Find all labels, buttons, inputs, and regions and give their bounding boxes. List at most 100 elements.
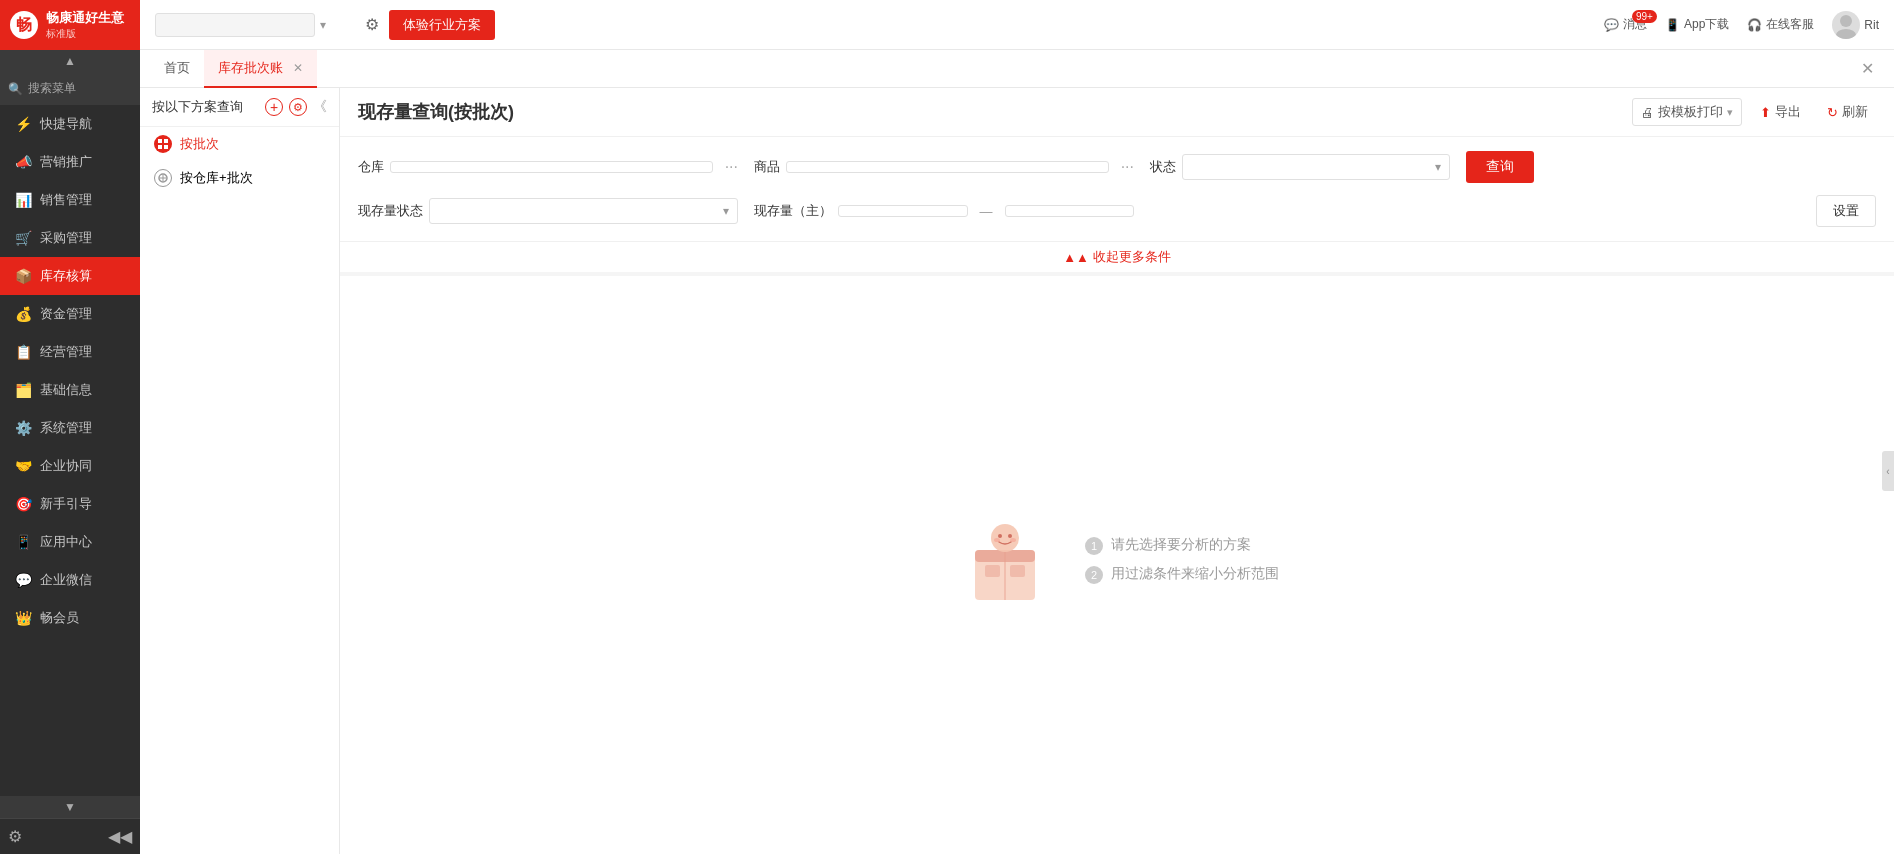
settings-button[interactable]: 设置 — [1816, 195, 1876, 227]
left-panel-title: 按以下方案查询 — [152, 98, 243, 116]
svg-point-1 — [1836, 29, 1856, 39]
tab-panel-close-icon[interactable]: ✕ — [1851, 59, 1884, 78]
tab-home-label: 首页 — [164, 59, 190, 77]
refresh-label: 刷新 — [1842, 103, 1868, 121]
sidebar-item-newbie[interactable]: 🎯 新手引导 — [0, 485, 140, 523]
svg-point-16 — [1008, 534, 1012, 538]
svg-rect-4 — [158, 145, 162, 149]
add-scheme-button[interactable]: + — [265, 98, 283, 116]
message-icon: 💬 — [1604, 18, 1619, 32]
topbar-actions: 💬 消息 99+ 📱 App下载 🎧 在线客服 Rit — [1604, 11, 1879, 39]
export-icon: ⬆ — [1760, 105, 1771, 120]
empty-tips: 1 请先选择要分析的方案 2 用过滤条件来缩小分析范围 — [1085, 536, 1279, 594]
user-account[interactable]: Rit — [1832, 11, 1879, 39]
sidebar-item-operations[interactable]: 📋 经营管理 — [0, 333, 140, 371]
sidebar-item-shortcut[interactable]: ⚡ 快捷导航 — [0, 105, 140, 143]
trial-button[interactable]: 体验行业方案 — [389, 10, 495, 40]
sidebar-item-member[interactable]: 👑 畅会员 — [0, 599, 140, 637]
scheme-icon-batch — [154, 135, 172, 153]
right-panel-close-handle[interactable]: ‹ — [1882, 451, 1894, 491]
sidebar-item-sales[interactable]: 📊 销售管理 — [0, 181, 140, 219]
inventory-amount-filter: 现存量（主） — — [754, 202, 1134, 220]
warehouse-more-icon[interactable]: ··· — [725, 158, 738, 176]
operations-icon: 📋 — [14, 343, 32, 361]
sidebar-item-basic[interactable]: 🗂️ 基础信息 — [0, 371, 140, 409]
system-label: 系统管理 — [40, 419, 92, 437]
query-button[interactable]: 查询 — [1466, 151, 1534, 183]
system-icon: ⚙️ — [14, 419, 32, 437]
sidebar-scroll-down[interactable]: ▼ — [0, 796, 140, 818]
print-button[interactable]: 🖨 按模板打印 ▾ — [1632, 98, 1742, 126]
filter-row-1: 仓库 ··· 商品 ··· — [358, 151, 1876, 183]
inventory-status-select[interactable]: ▾ — [429, 198, 738, 224]
collapse-more-button[interactable]: ▲▲ 收起更多条件 — [340, 241, 1894, 272]
app-download-action[interactable]: 📱 App下载 — [1665, 16, 1729, 33]
app-download-label: App下载 — [1684, 16, 1729, 33]
tabbar: 首页 库存批次账 ✕ ✕ — [140, 50, 1894, 88]
status-arrow-icon: ▾ — [1435, 160, 1441, 174]
goods-input-box[interactable] — [786, 161, 1109, 173]
sidebar-item-system[interactable]: ⚙️ 系统管理 — [0, 409, 140, 447]
sidebar-item-finance[interactable]: 💰 资金管理 — [0, 295, 140, 333]
inventory-amount-min[interactable] — [838, 205, 968, 217]
collapse-panel-icon[interactable]: 《 — [313, 98, 327, 116]
sales-label: 销售管理 — [40, 191, 92, 209]
member-icon: 👑 — [14, 609, 32, 627]
settings-icon[interactable]: ⚙ — [8, 827, 22, 846]
sidebar-item-purchase[interactable]: 🛒 采购管理 — [0, 219, 140, 257]
amount-dash: — — [980, 204, 993, 219]
scheme-item-warehouse-batch[interactable]: 按仓库+批次 — [140, 161, 339, 195]
sidebar-item-inventory[interactable]: 📦 库存核算 — [0, 257, 140, 295]
svg-rect-12 — [985, 565, 1000, 577]
sidebar-search[interactable]: 🔍 搜索菜单 — [0, 72, 140, 105]
collapse-sidebar-icon[interactable]: ◀◀ — [108, 827, 132, 846]
online-service-action[interactable]: 🎧 在线客服 — [1747, 16, 1814, 33]
sidebar-scroll-up[interactable]: ▲ — [0, 50, 140, 72]
status-filter: 状态 ▾ — [1150, 154, 1450, 180]
topbar-gear-icon[interactable]: ⚙ — [365, 15, 379, 34]
refresh-button[interactable]: ↻ 刷新 — [1819, 99, 1876, 125]
left-panel: 按以下方案查询 + ⚙ 《 按批次 — [140, 88, 340, 854]
manage-scheme-button[interactable]: ⚙ — [289, 98, 307, 116]
marketing-icon: 📣 — [14, 153, 32, 171]
empty-state: 1 请先选择要分析的方案 2 用过滤条件来缩小分析范围 — [340, 276, 1894, 854]
inventory-icon: 📦 — [14, 267, 32, 285]
page-title: 现存量查询(按批次) — [358, 100, 514, 124]
tab-inventory-batch-label: 库存批次账 — [218, 59, 283, 77]
warehouse-input-box[interactable] — [390, 161, 713, 173]
sidebar-item-marketing[interactable]: 📣 营销推广 — [0, 143, 140, 181]
status-label: 状态 — [1150, 158, 1176, 176]
sidebar: 畅 畅康通好生意 标准版 ▲ 🔍 搜索菜单 ⚡ 快捷导航 📣 营销推广 📊 销售… — [0, 0, 140, 854]
search-icon: 🔍 — [8, 82, 23, 96]
wechat-icon: 💬 — [14, 571, 32, 589]
tab-close-icon[interactable]: ✕ — [293, 61, 303, 75]
scheme-label-warehouse-batch: 按仓库+批次 — [180, 169, 253, 187]
export-button[interactable]: ⬆ 导出 — [1752, 99, 1809, 125]
goods-more-icon[interactable]: ··· — [1121, 158, 1134, 176]
appstore-label: 应用中心 — [40, 533, 92, 551]
scheme-item-by-batch[interactable]: 按批次 — [140, 127, 339, 161]
svg-rect-5 — [164, 145, 168, 149]
tab-home[interactable]: 首页 — [150, 50, 204, 88]
goods-label: 商品 — [754, 158, 780, 176]
collapse-up-icon: ▲▲ — [1063, 250, 1089, 265]
empty-tip-2: 2 用过滤条件来缩小分析范围 — [1085, 565, 1279, 584]
online-service-label: 在线客服 — [1766, 16, 1814, 33]
svg-rect-13 — [1010, 565, 1025, 577]
topbar-dropdown-icon[interactable]: ▾ — [320, 18, 326, 32]
status-select[interactable]: ▾ — [1182, 154, 1450, 180]
tip-num-1: 1 — [1085, 537, 1103, 555]
sidebar-item-enterprise[interactable]: 🤝 企业协同 — [0, 447, 140, 485]
purchase-label: 采购管理 — [40, 229, 92, 247]
basic-icon: 🗂️ — [14, 381, 32, 399]
sidebar-item-appstore[interactable]: 📱 应用中心 — [0, 523, 140, 561]
sidebar-item-wechat[interactable]: 💬 企业微信 — [0, 561, 140, 599]
inventory-amount-max[interactable] — [1005, 205, 1135, 217]
finance-icon: 💰 — [14, 305, 32, 323]
tab-inventory-batch[interactable]: 库存批次账 ✕ — [204, 50, 317, 88]
messages-action[interactable]: 💬 消息 99+ — [1604, 16, 1647, 33]
empty-illustration — [955, 520, 1055, 610]
appstore-icon: 📱 — [14, 533, 32, 551]
topbar-search-input[interactable] — [155, 13, 315, 37]
tip-num-2: 2 — [1085, 566, 1103, 584]
